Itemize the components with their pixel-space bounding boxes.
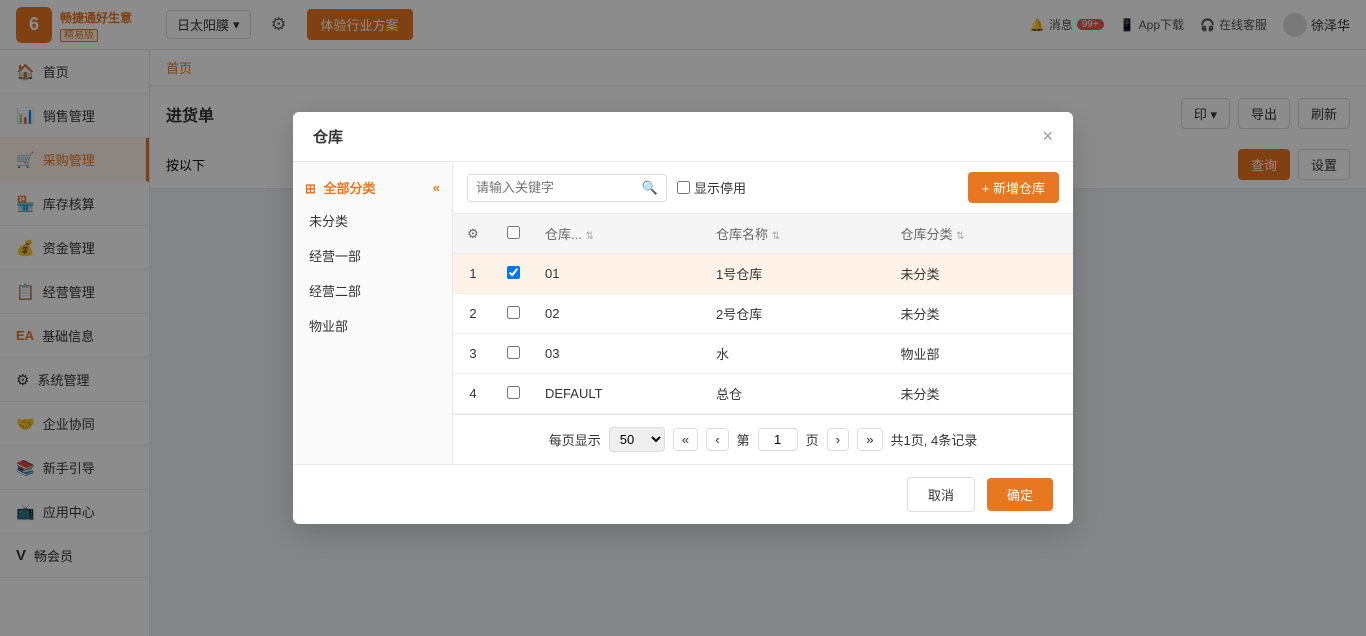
search-input-wrap: 🔍 xyxy=(467,174,667,202)
row-checkbox[interactable] xyxy=(493,254,533,294)
modal-footer: 取消 确定 xyxy=(293,464,1073,524)
search-input[interactable] xyxy=(468,175,634,200)
table-scroll: ⚙ 仓库... ⇅ 仓库名称 ⇅ 仓库分类 ⇅ 1 01 1号仓库 未分类 2 … xyxy=(453,214,1073,414)
row-name: 2号仓库 xyxy=(704,294,889,334)
category-header[interactable]: ⊞ 全部分类 « xyxy=(293,172,452,203)
last-page-button[interactable]: » xyxy=(857,428,882,451)
next-page-button[interactable]: › xyxy=(827,428,849,451)
row-index: 1 xyxy=(453,254,493,294)
row-name: 1号仓库 xyxy=(704,254,889,294)
page-number-input[interactable] xyxy=(758,428,798,451)
page-prefix: 第 xyxy=(737,430,750,449)
row-checkbox[interactable] xyxy=(493,374,533,414)
row-code: 01 xyxy=(533,254,704,294)
row-checkbox[interactable] xyxy=(493,294,533,334)
table-toolbar: 🔍 显示停用 + 新增仓库 xyxy=(453,162,1073,214)
total-label: 共1页, 4条记录 xyxy=(891,430,978,449)
new-warehouse-button[interactable]: + 新增仓库 xyxy=(968,172,1059,203)
show-disabled-label: 显示停用 xyxy=(694,178,746,197)
table-row[interactable]: 1 01 1号仓库 未分类 xyxy=(453,254,1073,294)
table-row[interactable]: 3 03 水 物业部 xyxy=(453,334,1073,374)
confirm-button[interactable]: 确定 xyxy=(987,478,1053,511)
per-page-select[interactable]: 50 20 100 xyxy=(609,427,665,452)
category-item-dept2[interactable]: 经营二部 xyxy=(293,273,452,308)
row-category: 未分类 xyxy=(888,254,1073,294)
row-category: 未分类 xyxy=(888,294,1073,334)
col-code: 仓库... ⇅ xyxy=(533,214,704,254)
col-gear: ⚙ xyxy=(453,214,493,254)
modal-overlay: 仓库 × ⊞ 全部分类 « 未分类 经营一部 经营二部 物业部 xyxy=(0,0,1366,636)
row-index: 2 xyxy=(453,294,493,334)
table-row[interactable]: 2 02 2号仓库 未分类 xyxy=(453,294,1073,334)
pagination: 每页显示 50 20 100 « ‹ 第 页 › » 共1页, 4条记录 xyxy=(453,414,1073,464)
modal-close-button[interactable]: × xyxy=(1042,126,1053,147)
row-name: 水 xyxy=(704,334,889,374)
table-row[interactable]: 4 DEFAULT 总仓 未分类 xyxy=(453,374,1073,414)
row-code: DEFAULT xyxy=(533,374,704,414)
category-item-property[interactable]: 物业部 xyxy=(293,308,452,343)
row-checkbox[interactable] xyxy=(493,334,533,374)
show-disabled-checkbox[interactable]: 显示停用 xyxy=(677,178,746,197)
per-page-label: 每页显示 xyxy=(549,430,601,449)
row-code: 03 xyxy=(533,334,704,374)
col-name: 仓库名称 ⇅ xyxy=(704,214,889,254)
category-panel: ⊞ 全部分类 « 未分类 经营一部 经营二部 物业部 xyxy=(293,162,453,464)
category-item-unclassified[interactable]: 未分类 xyxy=(293,203,452,238)
category-item-dept1[interactable]: 经营一部 xyxy=(293,238,452,273)
first-page-button[interactable]: « xyxy=(673,428,698,451)
prev-page-button[interactable]: ‹ xyxy=(706,428,728,451)
row-index: 4 xyxy=(453,374,493,414)
all-categories-label: ⊞ 全部分类 xyxy=(305,178,376,197)
col-checkbox-header xyxy=(493,214,533,254)
col-category: 仓库分类 ⇅ xyxy=(888,214,1073,254)
row-code: 02 xyxy=(533,294,704,334)
page-suffix: 页 xyxy=(806,430,819,449)
modal-header: 仓库 × xyxy=(293,112,1073,162)
modal-body: ⊞ 全部分类 « 未分类 经营一部 经营二部 物业部 🔍 xyxy=(293,162,1073,464)
modal-title: 仓库 xyxy=(313,126,343,147)
row-category: 物业部 xyxy=(888,334,1073,374)
table-panel: 🔍 显示停用 + 新增仓库 ⚙ 仓库... ⇅ 仓库名称 ⇅ 仓库分类 ⇅ xyxy=(453,162,1073,464)
collapse-icon[interactable]: « xyxy=(433,180,440,195)
warehouse-table: ⚙ 仓库... ⇅ 仓库名称 ⇅ 仓库分类 ⇅ 1 01 1号仓库 未分类 2 … xyxy=(453,214,1073,414)
row-category: 未分类 xyxy=(888,374,1073,414)
cancel-button[interactable]: 取消 xyxy=(907,477,975,512)
warehouse-modal: 仓库 × ⊞ 全部分类 « 未分类 经营一部 经营二部 物业部 xyxy=(293,112,1073,524)
row-name: 总仓 xyxy=(704,374,889,414)
row-index: 3 xyxy=(453,334,493,374)
show-disabled-check[interactable] xyxy=(677,181,690,194)
search-icon[interactable]: 🔍 xyxy=(634,175,666,201)
